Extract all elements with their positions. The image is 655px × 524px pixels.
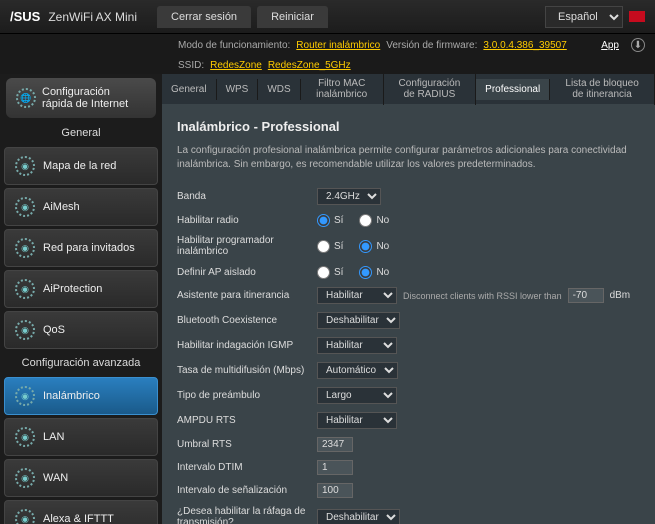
form-row: Intervalo de señalización [177,479,640,502]
panel-title: Inalámbrico - Professional [177,119,640,134]
subtab-2[interactable]: WDS [258,79,300,100]
form-row: Habilitar programador inalámbricoSíNo [177,231,640,261]
sidebar-item-general-1[interactable]: ◉AiMesh [4,188,158,226]
app-icon[interactable]: ⬇ [631,38,645,52]
subtab-3[interactable]: Filtro MAC inalámbrico [301,74,384,105]
subtabs: GeneralWPSWDSFiltro MAC inalámbricoConfi… [162,74,655,104]
subtab-0[interactable]: General [162,79,217,100]
header-info: Modo de funcionamiento: Router inalámbri… [0,34,655,56]
subtab-5[interactable]: Professional [476,79,550,100]
select[interactable]: 2.4GHz [317,188,381,205]
form-row: Intervalo DTIM [177,456,640,479]
subtab-6[interactable]: Lista de bloqueo de itinerancia [550,74,655,105]
sidebar-item-general-4[interactable]: ◉QoS [4,311,158,349]
form-label: Intervalo DTIM [177,462,317,473]
nav-icon: ◉ [15,320,35,340]
flag-icon [629,11,645,22]
text-input[interactable] [317,437,353,452]
form-label: Habilitar programador inalámbrico [177,235,317,257]
panel-desc: La configuración profesional inalámbrica… [177,144,640,172]
ssid-label: SSID: [178,60,204,71]
topbar: /SUS ZenWiFi AX Mini Cerrar sesión Reini… [0,0,655,34]
form-label: Habilitar indagación IGMP [177,340,317,351]
radio-yes[interactable] [317,214,330,227]
language-select[interactable]: Español [545,6,623,28]
sidebar-item-adv-0[interactable]: ◉Inalámbrico [4,377,158,415]
globe-icon: 🌐 [16,88,36,108]
text-input[interactable] [317,483,353,498]
form-row: Umbral RTS [177,433,640,456]
form-row: Tipo de preámbuloLargo [177,383,640,408]
select[interactable]: Deshabilitar [317,509,400,524]
select[interactable]: Automático [317,362,398,379]
ssid-row: SSID: RedesZone RedesZone_5GHz [0,56,655,74]
form-label: Habilitar radio [177,215,317,226]
content: GeneralWPSWDSFiltro MAC inalámbricoConfi… [162,74,655,524]
mode-label: Modo de funcionamiento: [178,40,290,51]
form-row: Habilitar radioSíNo [177,209,640,231]
form-label: ¿Desea habilitar la ráfaga de transmisió… [177,506,317,524]
app-link[interactable]: App [601,40,619,51]
sidebar: 🌐 Configuraciónrápida de Internet Genera… [0,74,162,524]
select[interactable]: Habilitar [317,287,397,304]
sidebar-item-adv-1[interactable]: ◉LAN [4,418,158,456]
nav-icon: ◉ [15,427,35,447]
form-label: Banda [177,191,317,202]
form-label: Asistente para itinerancia [177,290,317,301]
form-row: ¿Desea habilitar la ráfaga de transmisió… [177,502,640,524]
nav-icon: ◉ [15,197,35,217]
form-label: Bluetooth Coexistence [177,315,317,326]
text-input[interactable] [568,288,604,303]
quick-setup[interactable]: 🌐 Configuraciónrápida de Internet [6,78,156,118]
sidebar-item-adv-3[interactable]: ◉Alexa & IFTTT [4,500,158,524]
nav-icon: ◉ [15,386,35,406]
logout-button[interactable]: Cerrar sesión [157,6,251,28]
form-label: Intervalo de señalización [177,485,317,496]
sidebar-item-general-2[interactable]: ◉Red para invitados [4,229,158,267]
radio-no[interactable] [359,266,372,279]
form-label: Tasa de multidifusión (Mbps) [177,365,317,376]
subtab-1[interactable]: WPS [217,79,259,100]
nav-icon: ◉ [15,238,35,258]
form-row: Asistente para itineranciaHabilitarDisco… [177,283,640,308]
ssid2[interactable]: RedesZone_5GHz [268,60,351,71]
form-row: Definir AP aisladoSíNo [177,261,640,283]
panel: Inalámbrico - Professional La configurac… [162,104,655,524]
mode-value[interactable]: Router inalámbrico [296,40,380,51]
nav-icon: ◉ [15,279,35,299]
form-row: Banda2.4GHz [177,184,640,209]
radio-no[interactable] [359,214,372,227]
sidebar-item-general-0[interactable]: ◉Mapa de la red [4,147,158,185]
select[interactable]: Deshabilitar [317,312,400,329]
select[interactable]: Habilitar [317,337,397,354]
form-label: AMPDU RTS [177,415,317,426]
form-label: Definir AP aislado [177,267,317,278]
select[interactable]: Largo [317,387,397,404]
brand-logo: /SUS [10,9,40,24]
form-row: Tasa de multidifusión (Mbps)Automático [177,358,640,383]
select[interactable]: Habilitar [317,412,397,429]
reboot-button[interactable]: Reiniciar [257,6,328,28]
form-row: Bluetooth CoexistenceDeshabilitar [177,308,640,333]
nav-icon: ◉ [15,509,35,524]
sidebar-item-general-3[interactable]: ◉AiProtection [4,270,158,308]
product-name: ZenWiFi AX Mini [48,10,137,24]
fw-value[interactable]: 3.0.0.4.386_39507 [483,40,566,51]
advanced-header: Configuración avanzada [0,352,162,374]
fw-label: Versión de firmware: [386,40,477,51]
radio-yes[interactable] [317,266,330,279]
ssid1[interactable]: RedesZone [210,60,262,71]
radio-yes[interactable] [317,240,330,253]
text-input[interactable] [317,460,353,475]
form-label: Tipo de preámbulo [177,390,317,401]
form-row: Habilitar indagación IGMPHabilitar [177,333,640,358]
subtab-4[interactable]: Configuración de RADIUS [384,74,476,105]
general-header: General [0,122,162,144]
sidebar-item-adv-2[interactable]: ◉WAN [4,459,158,497]
radio-no[interactable] [359,240,372,253]
form-label: Umbral RTS [177,439,317,450]
nav-icon: ◉ [15,468,35,488]
form-row: AMPDU RTSHabilitar [177,408,640,433]
nav-icon: ◉ [15,156,35,176]
